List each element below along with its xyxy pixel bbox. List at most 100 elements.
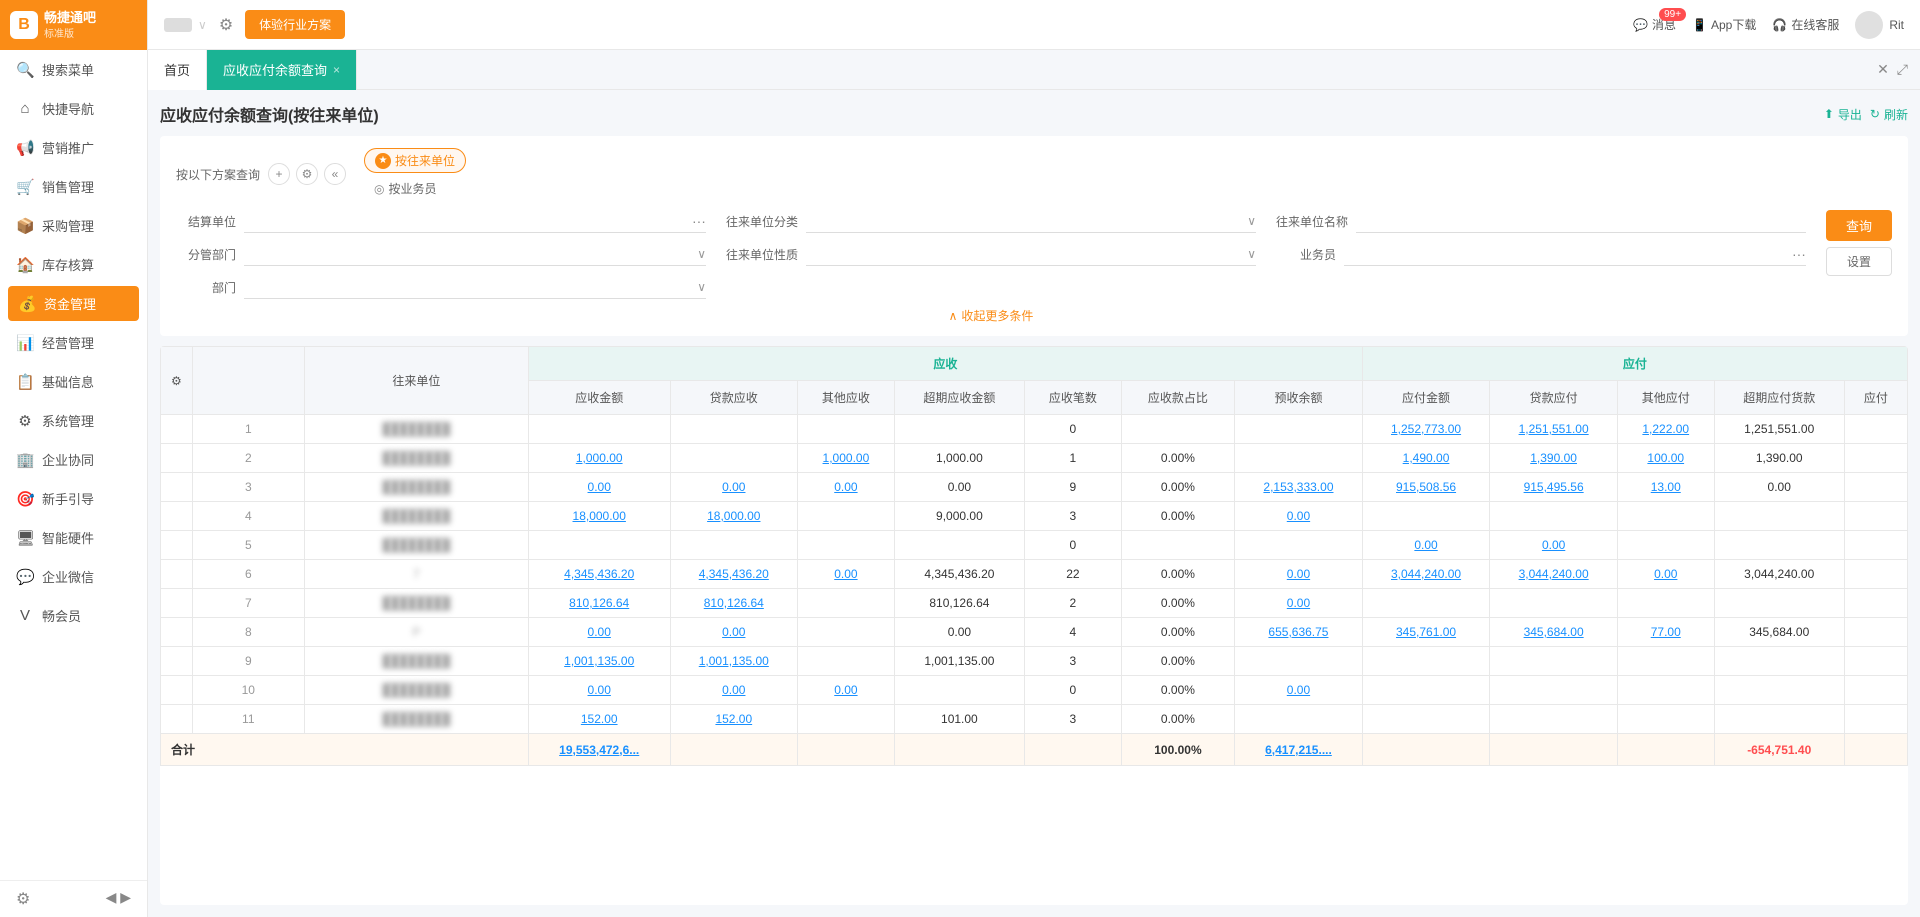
message-icon: 💬: [1633, 18, 1648, 32]
table-row: 4████████18,000.0018,000.009,000.0030.00…: [161, 502, 1908, 531]
table-row: 3████████0.000.000.000.0090.00%2,153,333…: [161, 473, 1908, 502]
col-ar-other: 其他应收: [798, 381, 895, 415]
sidebar-item-sales[interactable]: 🛒 销售管理: [0, 167, 147, 206]
filter-by-partner-btn[interactable]: ★ 按往来单位: [364, 148, 466, 173]
partner-category-select[interactable]: ∨: [806, 210, 1256, 233]
partner-category-arrow: ∨: [1247, 214, 1256, 228]
filter-grid-row1: 结算单位 ··· 往来单位分类 ∨: [176, 210, 1806, 299]
logo-icon: B: [10, 11, 38, 39]
col-ap-amount: 应付金额: [1362, 381, 1490, 415]
salesperson-input[interactable]: [1344, 243, 1792, 265]
sidebar-item-guide[interactable]: 🎯 新手引导: [0, 479, 147, 518]
sidebar-item-system[interactable]: ⚙ 系统管理: [0, 401, 147, 440]
basic-icon: 📋: [16, 373, 34, 391]
finance-icon: 💰: [18, 295, 36, 313]
member-icon: V: [16, 607, 34, 624]
tab-close-window-icon[interactable]: ✕: [1877, 61, 1889, 78]
app-download-btn[interactable]: 📱 App下载: [1692, 16, 1756, 33]
sidebar-logo: B 畅捷通吧 标准版: [0, 0, 147, 50]
query-btn-area: 查询 设置: [1816, 210, 1892, 276]
tab-close-icon[interactable]: ×: [333, 63, 340, 77]
query-button[interactable]: 查询: [1826, 210, 1892, 241]
table-footer-row: 合计 19,553,472,6... 100.00% 6,417,215....…: [161, 734, 1908, 766]
partner-nature-arrow: ∨: [1247, 247, 1256, 261]
salesperson-input-wrap: ···: [1344, 243, 1806, 266]
filter-partner-icon: ★: [375, 153, 391, 169]
username: Rit: [1889, 18, 1904, 32]
export-icon: ⬆: [1824, 107, 1834, 121]
table-row: 8P0.000.000.0040.00%655,636.75345,761.00…: [161, 618, 1908, 647]
sidebar-item-hardware[interactable]: 🖥 智能硬件: [0, 518, 147, 557]
sidebar-item-search-menu[interactable]: 🔍 搜索菜单: [0, 50, 147, 89]
sidebar-item-basic[interactable]: 📋 基础信息: [0, 362, 147, 401]
col-ar-amount: 应收金额: [528, 381, 670, 415]
refresh-button[interactable]: ↻ 刷新: [1870, 106, 1908, 123]
col-ap-other: 其他应付: [1617, 381, 1714, 415]
settlement-unit-input-wrap: ···: [244, 210, 706, 233]
sidebar-item-member[interactable]: V 畅会员: [0, 596, 147, 635]
breadcrumb-text: ******: [164, 18, 192, 32]
dept-select[interactable]: ∨: [244, 276, 706, 299]
topbar-gear-icon[interactable]: ⚙: [219, 15, 233, 35]
sidebar-collapse-icon[interactable]: ◀ ▶: [106, 889, 131, 909]
table-row: 9████████1,001,135.001,001,135.001,001,1…: [161, 647, 1908, 676]
collapse-icon: ∧: [949, 309, 958, 323]
footer-ap-total: -654,751.40: [1714, 734, 1844, 766]
filter-label: 按以下方案查询: [176, 166, 260, 183]
sidebar-item-warehouse[interactable]: 🏠 库存核算: [0, 245, 147, 284]
sidebar-item-enterprise[interactable]: 🏢 企业协同: [0, 440, 147, 479]
table-settings-icon: ⚙: [171, 374, 182, 388]
col-ap-overdue: 超期应付货款: [1714, 381, 1844, 415]
tab-ar-query[interactable]: 应收应付余额查询 ×: [207, 50, 357, 90]
sidebar-settings-icon[interactable]: ⚙: [16, 889, 30, 909]
search-menu-icon: 🔍: [16, 61, 34, 79]
wechat-icon: 💬: [16, 568, 34, 586]
partner-name-input[interactable]: [1356, 210, 1806, 233]
filter-dept: 部门 ∨: [176, 276, 706, 299]
tabbar: 首页 应收应付余额查询 × ✕ ⤢: [148, 50, 1920, 90]
sidebar-item-operation[interactable]: 📊 经营管理: [0, 323, 147, 362]
dept-mgr-arrow: ∨: [697, 247, 706, 261]
col-row-num: [192, 347, 304, 415]
settings-button[interactable]: 设置: [1826, 247, 1892, 276]
solution-button[interactable]: 体验行业方案: [245, 10, 345, 39]
partner-nature-select[interactable]: ∨: [806, 243, 1256, 266]
table-row: 2████████1,000.001,000.001,000.0010.00%1…: [161, 444, 1908, 473]
filter-settings-btn[interactable]: ⚙: [296, 163, 318, 185]
settlement-unit-input[interactable]: [244, 210, 692, 232]
footer-ar-ratio: 100.00%: [1121, 734, 1234, 766]
guide-icon: 🎯: [16, 490, 34, 508]
table-settings-header[interactable]: ⚙: [161, 347, 193, 415]
message-btn[interactable]: 💬 消息 99+: [1633, 16, 1676, 33]
marketing-icon: 📢: [16, 139, 34, 157]
page-actions: ⬆ 导出 ↻ 刷新: [1824, 106, 1908, 123]
filter-salesperson-icon: ◎: [374, 182, 384, 196]
filter-and-query: 结算单位 ··· 往来单位分类 ∨: [176, 210, 1892, 324]
partner-name-label: 往来单位名称: [1276, 213, 1348, 230]
filter-by-salesperson-btn[interactable]: ◎ 按业务员: [364, 177, 466, 200]
system-icon: ⚙: [16, 412, 34, 430]
settlement-unit-dots-btn[interactable]: ···: [692, 213, 706, 229]
col-ap-group: 应付: [1362, 347, 1907, 381]
sidebar-item-marketing[interactable]: 📢 营销推广: [0, 128, 147, 167]
table-row: 674,345,436.204,345,436.200.004,345,436.…: [161, 560, 1908, 589]
service-btn[interactable]: 🎧 在线客服: [1772, 16, 1839, 33]
dept-mgr-select[interactable]: ∨: [244, 243, 706, 266]
filter-add-btn[interactable]: +: [268, 163, 290, 185]
footer-label: 合计: [161, 734, 529, 766]
tab-home[interactable]: 首页: [148, 50, 207, 90]
tab-maximize-icon[interactable]: ⤢: [1897, 61, 1908, 78]
filter-panel: 按以下方案查询 + ⚙ « ★ 按往来单位 ◎ 按业务员: [160, 136, 1908, 336]
export-button[interactable]: ⬆ 导出: [1824, 106, 1862, 123]
sidebar-item-quick-nav[interactable]: ⌂ 快捷导航: [0, 89, 147, 128]
collapse-more-btn[interactable]: ∧ 收起更多条件: [949, 307, 1034, 324]
salesperson-dots-btn[interactable]: ···: [1792, 246, 1806, 262]
content-area: 应收应付余额查询(按往来单位) ⬆ 导出 ↻ 刷新 按以下方案查询 + ⚙ «: [148, 90, 1920, 917]
sidebar-item-finance[interactable]: 💰 资金管理: [8, 286, 139, 321]
filter-collapse-btn[interactable]: «: [324, 163, 346, 185]
sidebar-item-wechat[interactable]: 💬 企业微信: [0, 557, 147, 596]
settlement-unit-label: 结算单位: [176, 213, 236, 230]
sidebar-item-purchase[interactable]: 📦 采购管理: [0, 206, 147, 245]
user-area[interactable]: Rit: [1855, 11, 1904, 39]
filter-add-buttons: + ⚙ «: [268, 163, 346, 185]
